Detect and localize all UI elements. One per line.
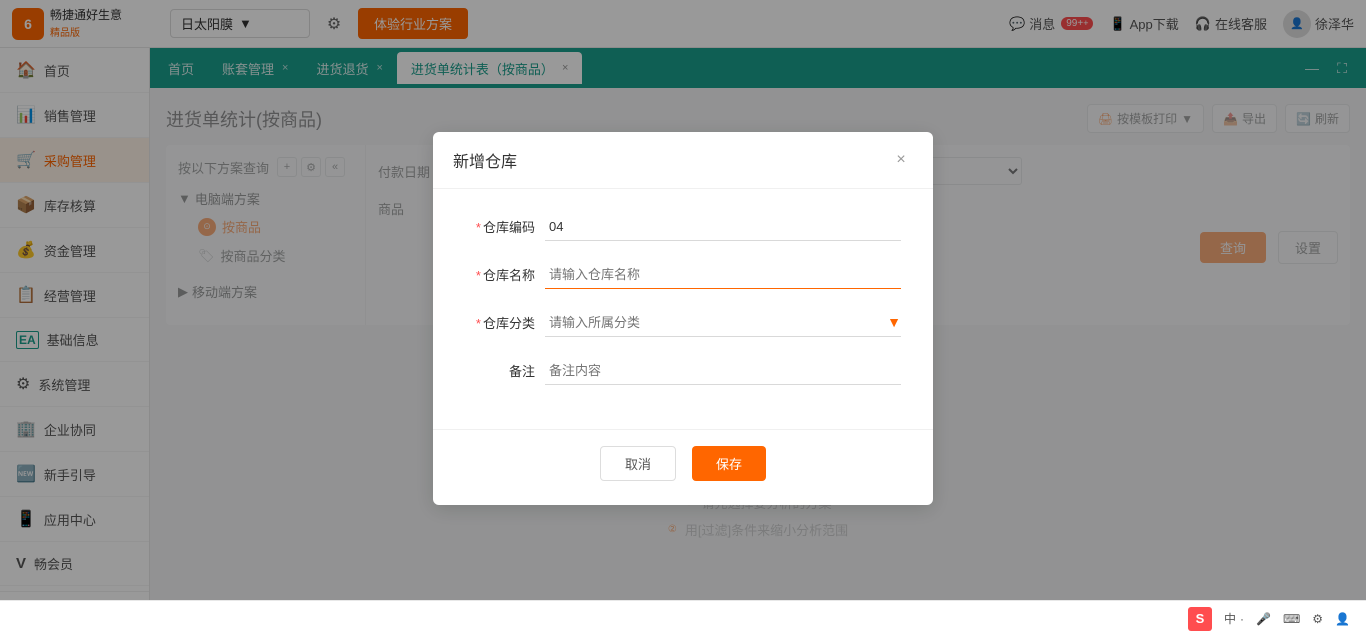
chinese-mode-indicator: · [1240,612,1244,626]
modal-overlay[interactable]: 新增仓库 × 仓库编码 仓库名称 仓库分类 [0,0,1366,636]
settings-status-icon: ⚙ [1312,612,1323,626]
warehouse-category-label: 仓库分类 [465,313,545,332]
status-settings-btn[interactable]: ⚙ [1312,612,1323,626]
status-keyboard-btn[interactable]: ⌨ [1283,612,1300,626]
save-button[interactable]: 保存 [692,446,766,481]
modal-footer: 取消 保存 [433,429,933,505]
s-logo-icon: S [1188,607,1212,631]
status-user-btn[interactable]: 👤 [1335,612,1350,626]
status-bar: S 中 · 🎤 ⌨ ⚙ 👤 [0,600,1366,636]
warehouse-code-wrap [545,213,901,241]
warehouse-name-wrap [545,261,901,289]
user-status-icon: 👤 [1335,612,1350,626]
form-row-warehouse-category: 仓库分类 ▼ [465,309,901,337]
form-row-remark: 备注 [465,357,901,385]
remark-input[interactable] [545,357,901,384]
warehouse-category-wrap: ▼ [545,309,901,337]
add-warehouse-modal: 新增仓库 × 仓库编码 仓库名称 仓库分类 [433,132,933,505]
warehouse-code-label: 仓库编码 [465,217,545,236]
form-row-warehouse-code: 仓库编码 [465,213,901,241]
warehouse-category-input[interactable] [545,309,887,336]
modal-body: 仓库编码 仓库名称 仓库分类 ▼ [433,189,933,429]
keyboard-icon: ⌨ [1283,612,1300,626]
dropdown-arrow-icon[interactable]: ▼ [887,314,901,330]
modal-close-btn[interactable]: × [889,148,913,172]
modal-header: 新增仓库 × [433,132,933,189]
remark-wrap [545,357,901,385]
remark-label: 备注 [465,361,545,380]
status-mic-btn[interactable]: 🎤 [1256,612,1271,626]
modal-title: 新增仓库 [453,148,517,172]
status-chinese-input[interactable]: 中 · [1224,610,1244,627]
warehouse-name-input[interactable] [545,261,901,288]
cancel-button[interactable]: 取消 [600,446,676,481]
warehouse-name-label: 仓库名称 [465,265,545,284]
form-row-warehouse-name: 仓库名称 [465,261,901,289]
mic-icon: 🎤 [1256,612,1271,626]
warehouse-code-input[interactable] [545,213,901,240]
